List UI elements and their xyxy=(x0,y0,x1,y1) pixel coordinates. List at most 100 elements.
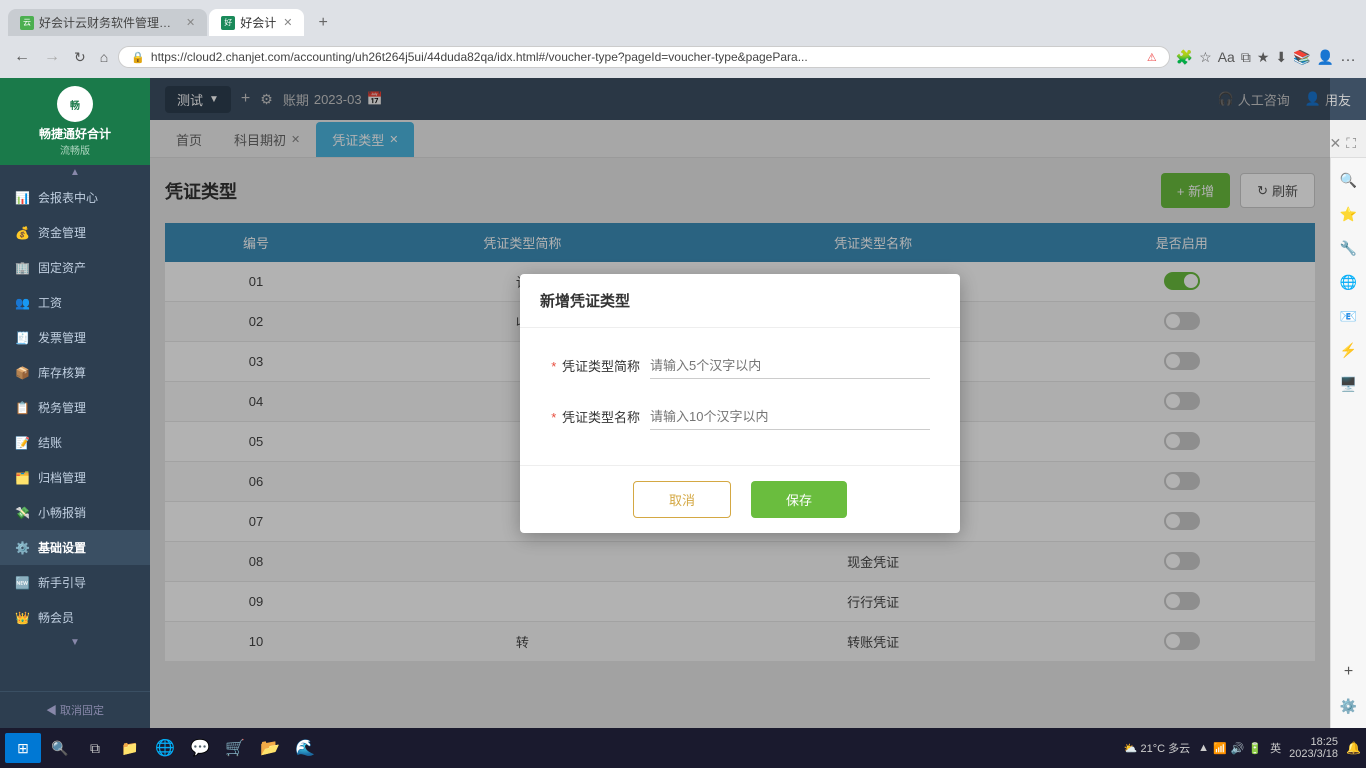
taskbar-right: ⛅ 21°C 多云 ▲ 📶 🔊 🔋 英 18:25 2023/3/18 🔔 xyxy=(1124,736,1361,760)
cancel-pin-button[interactable]: ◀ 取消固定 xyxy=(0,691,150,728)
task-view-icon[interactable]: ⧉ xyxy=(79,733,111,763)
globe-right-icon[interactable]: 🌐 xyxy=(1335,268,1363,296)
address-bar[interactable]: 🔒 https://cloud2.chanjet.com/accounting/… xyxy=(118,46,1170,68)
sidebar-item-settle[interactable]: 📝 结账 xyxy=(0,425,150,460)
forward-button[interactable]: → xyxy=(40,46,64,68)
weather-text: 21°C 多云 xyxy=(1140,740,1190,756)
minimize-panel-button[interactable]: ✕ xyxy=(1329,135,1341,152)
close-tab-1-icon[interactable]: ✕ xyxy=(186,16,195,29)
sidebar-item-expense[interactable]: 💸 小畅报销 xyxy=(0,495,150,530)
sidebar-item-settings[interactable]: ⚙️ 基础设置 xyxy=(0,530,150,565)
save-button[interactable]: 保存 xyxy=(751,481,847,518)
sidebar-logo: 畅 畅捷通好合计 流畅版 xyxy=(0,78,150,165)
sidebar-item-salary[interactable]: 👥 工资 xyxy=(0,285,150,320)
tab-bar: 云 好会计云财务软件管理系统_会计 ✕ 好 好会计 ✕ + xyxy=(0,0,1366,36)
logo-text: 畅捷通好合计 xyxy=(39,125,111,142)
profile-button[interactable]: 👤 xyxy=(1317,49,1334,66)
close-tab-2-icon[interactable]: ✕ xyxy=(283,16,292,29)
sidebar-item-label-settings: 基础设置 xyxy=(38,539,86,556)
sidebar-item-guide[interactable]: 🆕 新手引导 xyxy=(0,565,150,600)
sidebar-item-label-settle: 结账 xyxy=(38,434,62,451)
folder-taskbar-icon[interactable]: 📂 xyxy=(254,733,286,763)
sidebar-item-label-expense: 小畅报销 xyxy=(38,504,86,521)
sidebar-item-inventory[interactable]: 📦 库存核算 xyxy=(0,355,150,390)
back-button[interactable]: ← xyxy=(10,46,34,68)
name-label: * 凭证类型名称 xyxy=(550,407,640,426)
address-warning-icon: ⚠ xyxy=(1147,51,1157,64)
assets-icon: 🏢 xyxy=(15,261,30,275)
tab-active[interactable]: 好 好会计 ✕ xyxy=(209,9,304,36)
lightning-right-icon[interactable]: ⚡ xyxy=(1335,336,1363,364)
start-button[interactable]: ⊞ xyxy=(5,733,41,763)
sidebar-item-invoice[interactable]: 🧾 发票管理 xyxy=(0,320,150,355)
expense-icon: 💸 xyxy=(15,506,30,520)
tab-favicon-1: 云 xyxy=(20,16,34,30)
logo-icon: 畅 xyxy=(57,86,93,122)
maximize-panel-button[interactable]: ⛶ xyxy=(1346,135,1356,152)
file-explorer-icon[interactable]: 📁 xyxy=(114,733,146,763)
abbr-label: * 凭证类型简称 xyxy=(550,356,640,375)
extensions-button[interactable]: 🧩 xyxy=(1176,49,1193,66)
reload-button[interactable]: ↻ xyxy=(70,47,90,68)
inventory-icon: 📦 xyxy=(15,366,30,380)
edge-taskbar-icon[interactable]: 🌊 xyxy=(289,733,321,763)
favorites-button[interactable]: ☆ xyxy=(1199,49,1212,66)
name-input[interactable] xyxy=(650,404,930,430)
sidebar-item-label-fund: 资金管理 xyxy=(38,224,86,241)
report-icon: 📊 xyxy=(15,191,30,205)
sidebar-item-tax[interactable]: 📋 税务管理 xyxy=(0,390,150,425)
sidebar-item-fund[interactable]: 💰 资金管理 xyxy=(0,215,150,250)
more-options-button[interactable]: … xyxy=(1340,48,1356,66)
collections-button[interactable]: 📚 xyxy=(1293,49,1310,66)
modal-body: * 凭证类型简称 * 凭证类型名称 xyxy=(520,328,960,465)
sidebar-item-report[interactable]: 📊 会报表中心 xyxy=(0,180,150,215)
notification-icon[interactable]: 🔔 xyxy=(1346,741,1361,755)
invoice-icon: 🧾 xyxy=(15,331,30,345)
home-button[interactable]: ⌂ xyxy=(96,47,112,67)
sidebar-item-label-invoice: 发票管理 xyxy=(38,329,86,346)
panel-controls: ✕ ⛶ xyxy=(1329,135,1356,157)
gear-right-icon[interactable]: ⚙️ xyxy=(1335,692,1363,720)
salary-icon: 👥 xyxy=(15,296,30,310)
new-tab-button[interactable]: + xyxy=(308,10,337,36)
tax-icon: 📋 xyxy=(15,401,30,415)
lock-icon: 🔒 xyxy=(131,51,145,64)
up-arrow-icon[interactable]: ▲ xyxy=(1198,742,1209,754)
plus-right-icon[interactable]: + xyxy=(1335,658,1363,686)
search-taskbar-icon[interactable]: 🔍 xyxy=(44,733,76,763)
search-right-icon[interactable]: 🔍 xyxy=(1335,166,1363,194)
star-right-icon[interactable]: ⭐ xyxy=(1335,200,1363,228)
modal-dialog: 新增凭证类型 * 凭证类型简称 * 凭证类型名称 xyxy=(520,274,960,533)
sidebar-item-label-inventory: 库存核算 xyxy=(38,364,86,381)
split-view-button[interactable]: ⧉ xyxy=(1241,49,1251,66)
guide-icon: 🆕 xyxy=(15,576,30,590)
add-favorite-button[interactable]: ★ xyxy=(1257,49,1270,66)
chrome-taskbar-icon[interactable]: 🌐 xyxy=(149,733,181,763)
weather-info: ⛅ 21°C 多云 xyxy=(1124,740,1190,756)
abbr-input[interactable] xyxy=(650,353,930,379)
tab-favicon-2: 好 xyxy=(221,16,235,30)
system-tray: ▲ 📶 🔊 🔋 xyxy=(1198,742,1262,755)
tools-right-icon[interactable]: 🔧 xyxy=(1335,234,1363,262)
wechat-taskbar-icon[interactable]: 💬 xyxy=(184,733,216,763)
sidebar-item-archive[interactable]: 🗂️ 归档管理 xyxy=(0,460,150,495)
monitor-right-icon[interactable]: 🖥️ xyxy=(1335,370,1363,398)
tab-inactive[interactable]: 云 好会计云财务软件管理系统_会计 ✕ xyxy=(8,9,207,36)
store-taskbar-icon[interactable]: 🛒 xyxy=(219,733,251,763)
mail-right-icon[interactable]: 📧 xyxy=(1335,302,1363,330)
sidebar: 畅 畅捷通好合计 流畅版 ▲ 📊 会报表中心 💰 资金管理 🏢 固定资产 👥 xyxy=(0,78,150,728)
sidebar-item-assets[interactable]: 🏢 固定资产 xyxy=(0,250,150,285)
tab-label-1: 好会计云财务软件管理系统_会计 xyxy=(39,14,179,31)
scroll-down-indicator[interactable]: ▼ xyxy=(0,635,150,650)
name-required-star: * xyxy=(551,410,556,425)
sidebar-item-member[interactable]: 👑 畅会员 xyxy=(0,600,150,635)
cancel-pin-label: ◀ 取消固定 xyxy=(46,705,104,717)
sidebar-item-label-archive: 归档管理 xyxy=(38,469,86,486)
taskbar: ⊞ 🔍 ⧉ 📁 🌐 💬 🛒 📂 🌊 ⛅ 21°C 多云 ▲ 📶 🔊 🔋 英 18… xyxy=(0,728,1366,768)
reading-mode-button[interactable]: Aa xyxy=(1218,49,1235,65)
downloads-button[interactable]: ⬇ xyxy=(1275,49,1287,66)
modal-header: 新增凭证类型 xyxy=(520,274,960,328)
abbr-required-star: * xyxy=(551,359,556,374)
scroll-up-indicator[interactable]: ▲ xyxy=(0,165,150,180)
cancel-button[interactable]: 取消 xyxy=(633,481,731,518)
